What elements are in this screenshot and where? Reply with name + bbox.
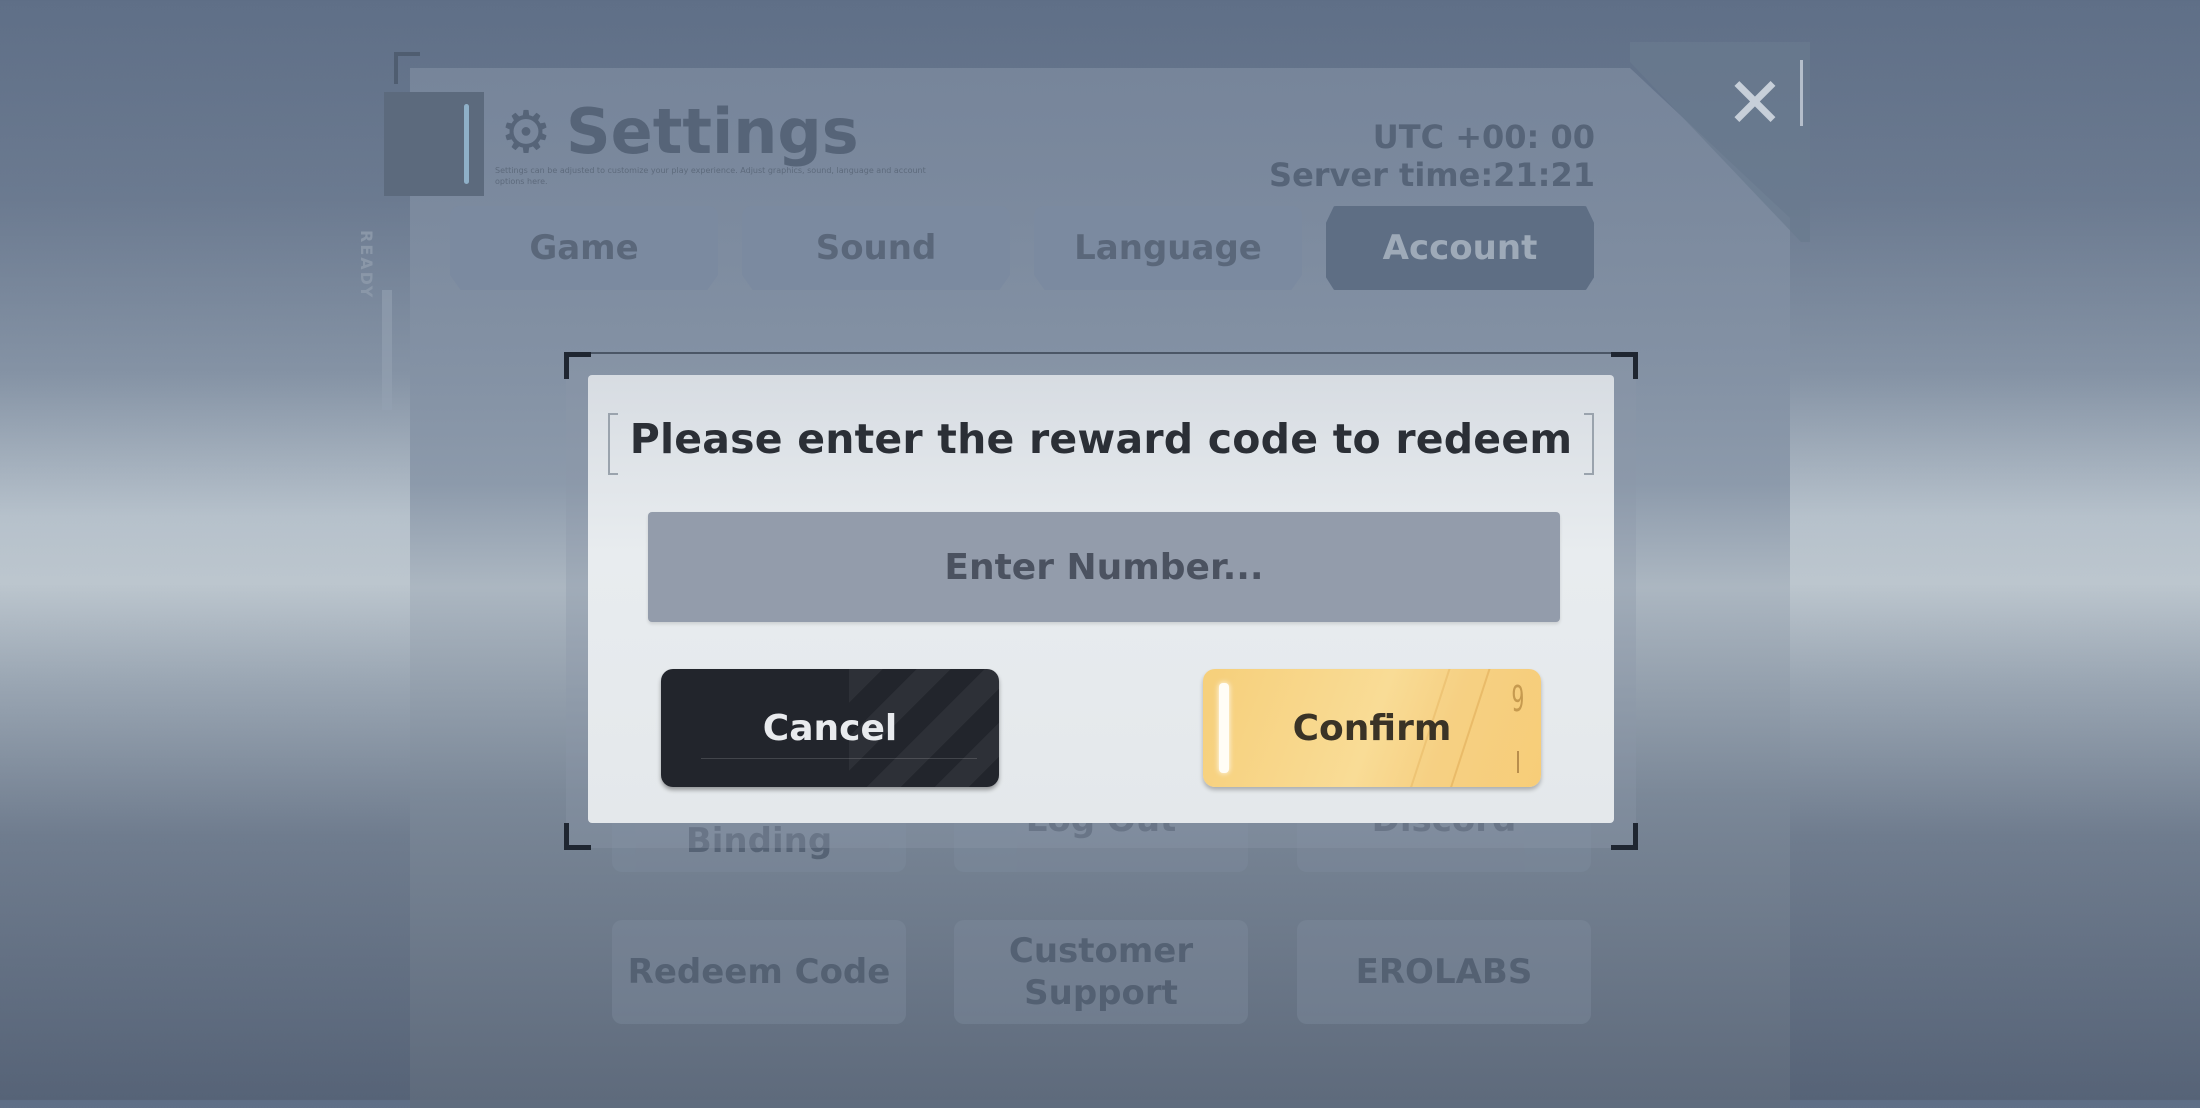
panel-corner-decoration: [394, 52, 420, 84]
decoration-line: [701, 758, 977, 759]
customer-support-button[interactable]: Customer Support: [954, 920, 1248, 1024]
tab-sound[interactable]: Sound: [742, 206, 1010, 290]
frame-corner-icon: [564, 823, 591, 850]
tab-language[interactable]: Language: [1034, 206, 1302, 290]
page-title-text: Settings: [566, 95, 859, 168]
confirm-button-label: Confirm: [1292, 707, 1452, 749]
header-accent-block: [384, 92, 484, 196]
erolabs-button[interactable]: EROLABS: [1297, 920, 1591, 1024]
settings-tabs: Game Sound Language Account: [450, 206, 1594, 290]
page-subtitle: Settings can be adjusted to customize yo…: [495, 166, 926, 186]
page-title: ⚙ Settings: [500, 92, 859, 172]
redeem-code-button[interactable]: Redeem Code: [612, 920, 906, 1024]
close-side-decoration: [1800, 60, 1803, 126]
confirm-button[interactable]: 9 Confirm: [1203, 669, 1541, 787]
confirm-badge-number: 9: [1511, 679, 1525, 720]
streak-decoration: [1447, 669, 1493, 787]
timezone-label: UTC +00: 00: [1372, 118, 1595, 156]
close-icon: ✕: [1725, 62, 1785, 144]
server-time-label: Server time:21:21: [1269, 156, 1595, 194]
tab-game[interactable]: Game: [450, 206, 718, 290]
cancel-button[interactable]: Cancel: [661, 669, 999, 787]
reward-code-input[interactable]: [648, 512, 1560, 622]
tab-account[interactable]: Account: [1326, 206, 1594, 290]
side-scroll-track: [382, 290, 392, 410]
cancel-button-label: Cancel: [762, 707, 898, 749]
side-status-label: READY: [357, 230, 376, 300]
gear-icon: ⚙: [500, 98, 552, 166]
dialog-title: Please enter the reward code to redeem: [629, 415, 1573, 463]
frame-corner-icon: [1611, 352, 1638, 379]
redeem-code-dialog: Please enter the reward code to redeem C…: [588, 375, 1614, 823]
glow-bar-decoration: [1219, 683, 1229, 773]
server-time-display: UTC +00: 00 Server time:21:21: [1269, 118, 1595, 194]
tick-decoration: [1517, 751, 1519, 773]
frame-corner-icon: [1611, 823, 1638, 850]
close-button[interactable]: ✕: [1722, 68, 1788, 138]
frame-corner-icon: [564, 352, 591, 379]
